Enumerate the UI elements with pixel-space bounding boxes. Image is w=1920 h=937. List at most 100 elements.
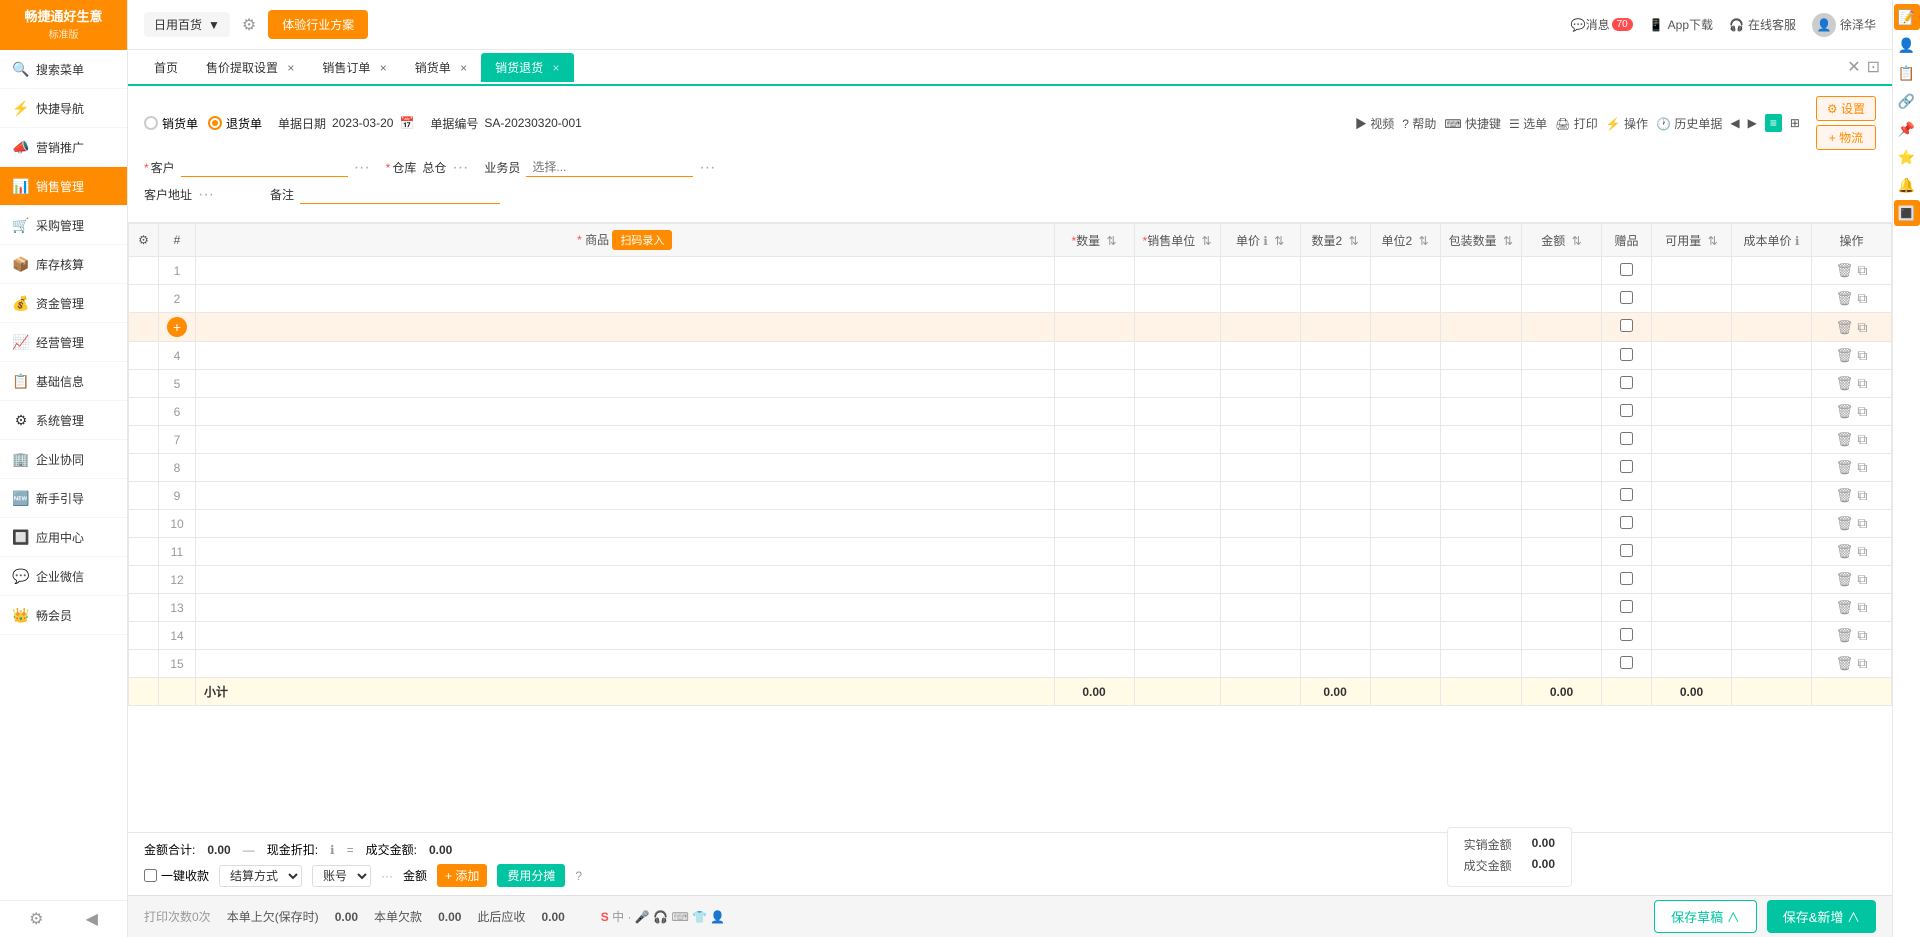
sidebar-item-corp[interactable]: 🏢 企业协同 — [0, 440, 127, 479]
row-amount-cell[interactable] — [1522, 482, 1602, 510]
sidebar-item-promo[interactable]: 📣 营销推广 — [0, 128, 127, 167]
row-amount-cell[interactable] — [1522, 342, 1602, 370]
delete-row-icon[interactable]: 🗑 — [1836, 431, 1854, 448]
row-cost-price-cell[interactable] — [1732, 510, 1812, 538]
row-gift-cell[interactable] — [1602, 454, 1652, 482]
gift-checkbox[interactable] — [1620, 488, 1633, 501]
row-gift-cell[interactable] — [1602, 622, 1652, 650]
row-price-cell[interactable] — [1220, 313, 1300, 342]
row-price-cell[interactable] — [1220, 510, 1300, 538]
delete-row-icon[interactable]: 🗑 — [1836, 262, 1854, 279]
one-click-payment-checkbox[interactable]: 一键收款 — [144, 867, 209, 884]
save-new-btn[interactable]: 保存&新增 ∧ — [1767, 900, 1876, 933]
gift-checkbox[interactable] — [1620, 263, 1633, 276]
delete-row-icon[interactable]: 🗑 — [1836, 347, 1854, 364]
row-pkg-qty-cell[interactable] — [1440, 342, 1521, 370]
app-download-btn[interactable]: 📱 App下载 — [1649, 16, 1713, 33]
sidebar-settings-icon[interactable]: ⚙ — [29, 909, 43, 929]
tab-sales-order[interactable]: 销售订单 × — [308, 53, 400, 82]
copy-row-icon[interactable]: ⧉ — [1857, 599, 1867, 616]
right-panel-icon-3[interactable]: 📋 — [1894, 60, 1920, 86]
delete-row-icon[interactable]: 🗑 — [1836, 543, 1854, 560]
row-cost-price-cell[interactable] — [1732, 538, 1812, 566]
available-sort-icon[interactable]: ⇅ — [1708, 234, 1718, 248]
row-gift-cell[interactable] — [1602, 257, 1652, 285]
delete-row-icon[interactable]: 🗑 — [1836, 627, 1854, 644]
row-unit2-cell[interactable] — [1370, 650, 1440, 678]
cost-help-icon[interactable]: ℹ — [1795, 234, 1800, 248]
tshirt-icon[interactable]: 👕 — [692, 910, 707, 924]
row-unit-cell[interactable] — [1134, 622, 1220, 650]
row-pkg-qty-cell[interactable] — [1440, 482, 1521, 510]
row-qty2-cell[interactable] — [1300, 566, 1370, 594]
row-amount-cell[interactable] — [1522, 257, 1602, 285]
copy-row-icon[interactable]: ⧉ — [1857, 347, 1867, 364]
row-amount-cell[interactable] — [1522, 370, 1602, 398]
copy-row-icon[interactable]: ⧉ — [1857, 515, 1867, 532]
toolbar-prev-btn[interactable]: ◀ — [1730, 116, 1739, 130]
toolbar-select-btn[interactable]: ☰ 选单 — [1509, 115, 1547, 132]
tab-delivery-close[interactable]: × — [460, 61, 467, 75]
row-unit2-cell[interactable] — [1370, 370, 1440, 398]
row-gift-cell[interactable] — [1602, 538, 1652, 566]
delete-row-icon[interactable]: 🗑 — [1836, 599, 1854, 616]
row-qty2-cell[interactable] — [1300, 398, 1370, 426]
row-amount-cell[interactable] — [1522, 285, 1602, 313]
row-unit-cell[interactable] — [1134, 285, 1220, 313]
unit-sort-icon[interactable]: ⇅ — [1202, 234, 1212, 248]
tab-price-settings-close[interactable]: × — [287, 61, 294, 75]
customer-input[interactable] — [181, 158, 348, 177]
row-pkg-qty-cell[interactable] — [1440, 566, 1521, 594]
sidebar-item-appcenter[interactable]: 🔲 应用中心 — [0, 518, 127, 557]
delete-row-icon[interactable]: 🗑 — [1836, 459, 1854, 476]
row-unit-cell[interactable] — [1134, 482, 1220, 510]
row-product-cell[interactable] — [196, 510, 1055, 538]
copy-row-icon[interactable]: ⧉ — [1857, 459, 1867, 476]
row-qty-cell[interactable] — [1054, 650, 1134, 678]
row-price-cell[interactable] — [1220, 285, 1300, 313]
tab-return[interactable]: 销货退货 × — [481, 53, 573, 82]
gift-checkbox[interactable] — [1620, 348, 1633, 361]
row-unit2-cell[interactable] — [1370, 482, 1440, 510]
row-qty2-cell[interactable] — [1300, 313, 1370, 342]
row-product-cell[interactable] — [196, 650, 1055, 678]
row-available-cell[interactable] — [1652, 622, 1732, 650]
calendar-icon[interactable]: 📅 — [399, 116, 414, 130]
row-price-cell[interactable] — [1220, 454, 1300, 482]
delete-row-icon[interactable]: 🗑 — [1836, 403, 1854, 420]
gift-checkbox[interactable] — [1620, 544, 1633, 557]
row-gift-cell[interactable] — [1602, 426, 1652, 454]
row-available-cell[interactable] — [1652, 426, 1732, 454]
sidebar-item-vip[interactable]: 👑 畅会员 — [0, 596, 127, 635]
row-qty-cell[interactable] — [1054, 257, 1134, 285]
row-amount-cell[interactable] — [1522, 650, 1602, 678]
row-price-cell[interactable] — [1220, 398, 1300, 426]
row-amount-cell[interactable] — [1522, 510, 1602, 538]
row-qty-cell[interactable] — [1054, 622, 1134, 650]
right-panel-icon-5[interactable]: 📌 — [1894, 116, 1920, 142]
row-qty2-cell[interactable] — [1300, 454, 1370, 482]
sidebar-item-basic[interactable]: 📋 基础信息 — [0, 362, 127, 401]
sidebar-item-finance[interactable]: 💰 资金管理 — [0, 284, 127, 323]
row-available-cell[interactable] — [1652, 594, 1732, 622]
row-unit2-cell[interactable] — [1370, 257, 1440, 285]
account-select[interactable]: 账号 — [312, 865, 371, 887]
delete-row-icon[interactable]: 🗑 — [1836, 319, 1854, 336]
price-sort-icon[interactable]: ⇅ — [1274, 234, 1284, 248]
row-qty-cell[interactable] — [1054, 510, 1134, 538]
warehouse-dots[interactable]: ··· — [452, 159, 468, 177]
qty2-sort-icon[interactable]: ⇅ — [1349, 234, 1359, 248]
message-btn[interactable]: 💬 消息 70 — [1571, 16, 1633, 33]
gift-checkbox[interactable] — [1620, 319, 1633, 332]
scan-btn[interactable]: 扫码录入 — [612, 230, 672, 250]
row-gift-cell[interactable] — [1602, 482, 1652, 510]
row-pkg-qty-cell[interactable] — [1440, 398, 1521, 426]
row-qty2-cell[interactable] — [1300, 342, 1370, 370]
toolbar-shortcuts-btn[interactable]: ⌨ 快捷键 — [1444, 115, 1501, 132]
row-cost-price-cell[interactable] — [1732, 285, 1812, 313]
row-unit-cell[interactable] — [1134, 538, 1220, 566]
row-unit2-cell[interactable] — [1370, 342, 1440, 370]
sidebar-item-inventory[interactable]: 📦 库存核算 — [0, 245, 127, 284]
gift-checkbox[interactable] — [1620, 516, 1633, 529]
row-unit2-cell[interactable] — [1370, 426, 1440, 454]
